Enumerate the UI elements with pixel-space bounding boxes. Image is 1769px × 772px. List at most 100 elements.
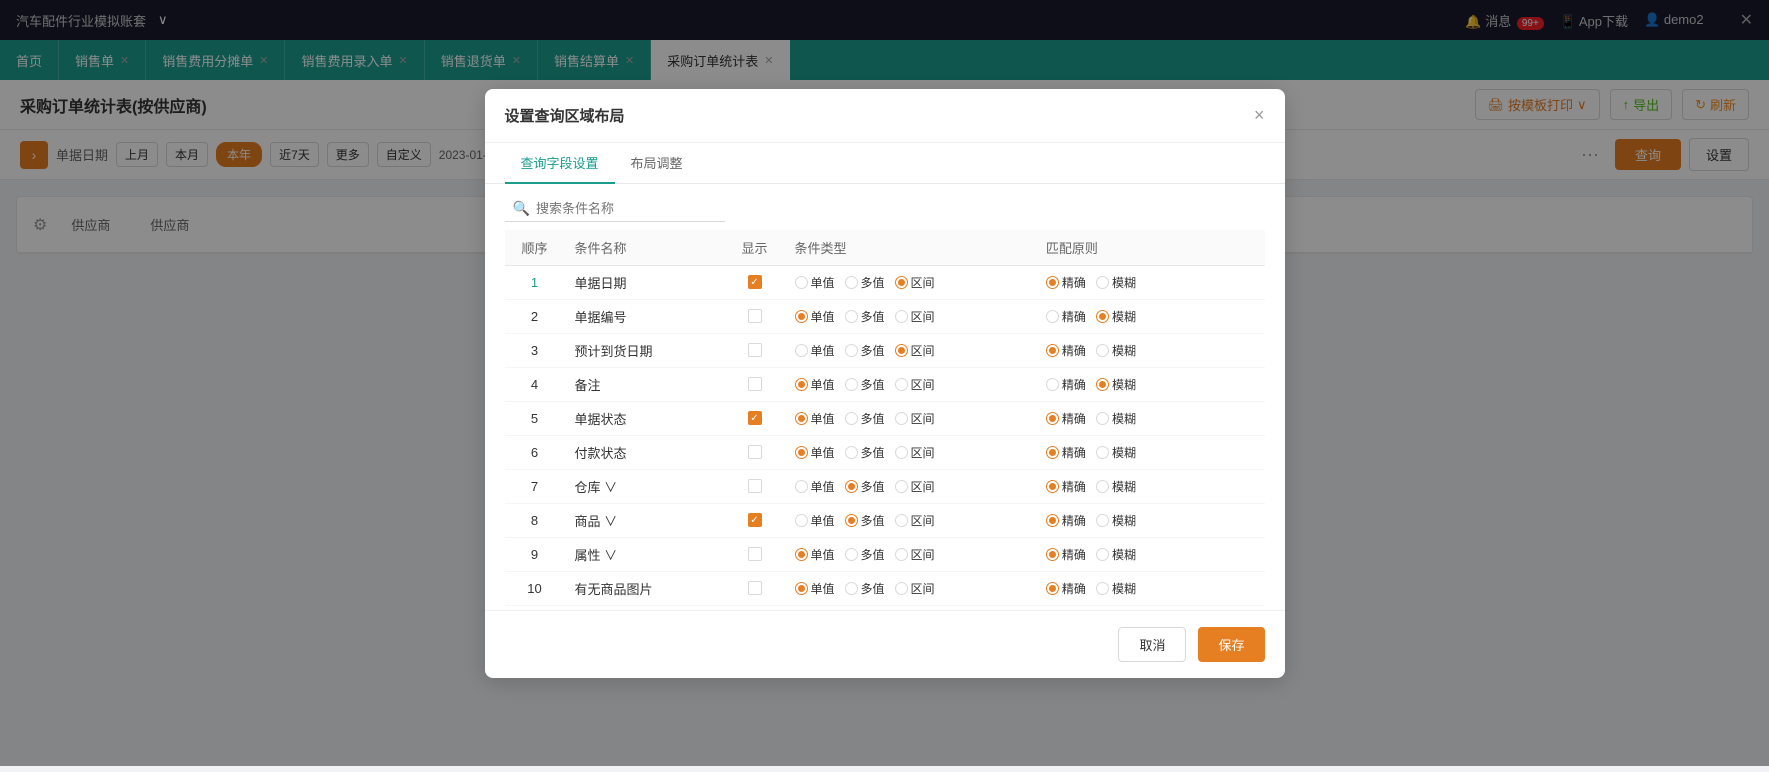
row-condition-name: 属性 ∨ [565,537,725,571]
search-icon: 🔍 [513,200,530,217]
type-radio-单值[interactable]: 单值 [795,512,835,529]
checkbox[interactable] [748,547,762,561]
match-radio-模糊[interactable]: 模糊 [1096,342,1136,359]
match-radio-精确[interactable]: 精确 [1046,410,1086,427]
type-radio-多值[interactable]: 多值 [845,444,885,461]
row-display-checkbox[interactable]: ✓ [725,503,785,537]
checkbox[interactable] [748,377,762,391]
type-radio-多值[interactable]: 多值 [845,376,885,393]
type-radio-多值[interactable]: 多值 [845,580,885,597]
row-display-checkbox[interactable] [725,299,785,333]
match-radio-精确[interactable]: 精确 [1046,342,1086,359]
type-radio-多值[interactable]: 多值 [845,512,885,529]
match-radio-精确[interactable]: 精确 [1046,308,1086,325]
tab-query-fields[interactable]: 查询字段设置 [505,143,615,184]
checkbox[interactable]: ✓ [748,411,762,425]
row-display-checkbox[interactable] [725,571,785,605]
row-match-options: 精确模糊 [1036,503,1265,537]
type-radio-单值[interactable]: 单值 [795,546,835,563]
type-radio-区间[interactable]: 区间 [895,308,935,325]
type-radio-区间[interactable]: 区间 [895,342,935,359]
row-condition-name: 付款状态 [565,435,725,469]
tab-layout-adjust[interactable]: 布局调整 [615,143,699,184]
type-radio-多值[interactable]: 多值 [845,478,885,495]
row-type-options: 单值多值区间 [785,503,1036,537]
row-display-checkbox[interactable] [725,333,785,367]
save-button[interactable]: 保存 [1198,627,1264,662]
modal-search-area: 🔍 [485,184,1285,230]
match-radio-模糊[interactable]: 模糊 [1096,410,1136,427]
match-radio-精确[interactable]: 精确 [1046,546,1086,563]
row-type-options: 单值多值区间 [785,333,1036,367]
type-radio-区间[interactable]: 区间 [895,410,935,427]
row-match-options: 精确模糊 [1036,299,1265,333]
row-match-options: 精确模糊 [1036,265,1265,299]
row-display-checkbox[interactable] [725,469,785,503]
row-match-options: 精确模糊 [1036,469,1265,503]
type-radio-多值[interactable]: 多值 [845,308,885,325]
match-radio-模糊[interactable]: 模糊 [1096,512,1136,529]
modal-footer: 取消 保存 [485,610,1285,678]
type-radio-区间[interactable]: 区间 [895,376,935,393]
type-radio-区间[interactable]: 区间 [895,512,935,529]
checkbox[interactable] [748,343,762,357]
row-order: 10 [505,571,565,605]
type-radio-多值[interactable]: 多值 [845,274,885,291]
type-radio-区间[interactable]: 区间 [895,580,935,597]
row-match-options: 精确模糊 [1036,571,1265,605]
type-radio-单值[interactable]: 单值 [795,376,835,393]
search-input[interactable] [536,201,716,216]
checkbox[interactable]: ✓ [748,513,762,527]
cancel-button[interactable]: 取消 [1118,627,1186,662]
type-radio-单值[interactable]: 单值 [795,342,835,359]
match-radio-精确[interactable]: 精确 [1046,580,1086,597]
row-match-options: 精确模糊 [1036,605,1265,610]
match-radio-精确[interactable]: 精确 [1046,274,1086,291]
type-radio-单值[interactable]: 单值 [795,580,835,597]
row-display-checkbox[interactable]: ✓ [725,401,785,435]
row-display-checkbox[interactable]: ✓ [725,265,785,299]
row-type-options: 单值多值区间 [785,469,1036,503]
row-display-checkbox[interactable] [725,537,785,571]
match-radio-精确[interactable]: 精确 [1046,444,1086,461]
row-display-checkbox[interactable] [725,605,785,610]
type-radio-区间[interactable]: 区间 [895,478,935,495]
checkbox[interactable]: ✓ [748,275,762,289]
checkbox[interactable] [748,445,762,459]
type-radio-单值[interactable]: 单值 [795,308,835,325]
col-order: 顺序 [505,230,565,266]
row-condition-name: 仓库 ∨ [565,469,725,503]
checkbox[interactable] [748,309,762,323]
type-radio-单值[interactable]: 单值 [795,444,835,461]
type-radio-单值[interactable]: 单值 [795,478,835,495]
match-radio-模糊[interactable]: 模糊 [1096,308,1136,325]
match-radio-模糊[interactable]: 模糊 [1096,580,1136,597]
row-condition-name: 有无商品图片 [565,571,725,605]
type-radio-多值[interactable]: 多值 [845,342,885,359]
type-radio-单值[interactable]: 单值 [795,410,835,427]
type-radio-多值[interactable]: 多值 [845,410,885,427]
type-radio-区间[interactable]: 区间 [895,444,935,461]
row-order: 3 [505,333,565,367]
match-radio-模糊[interactable]: 模糊 [1096,274,1136,291]
match-radio-模糊[interactable]: 模糊 [1096,376,1136,393]
modal-close-button[interactable]: × [1254,106,1265,124]
match-radio-模糊[interactable]: 模糊 [1096,478,1136,495]
type-radio-区间[interactable]: 区间 [895,546,935,563]
type-radio-单值[interactable]: 单值 [795,274,835,291]
checkbox[interactable] [748,479,762,493]
col-match: 匹配原则 [1036,230,1265,266]
row-type-options: 单值多值区间 [785,537,1036,571]
match-radio-精确[interactable]: 精确 [1046,512,1086,529]
row-display-checkbox[interactable] [725,367,785,401]
row-order: 5 [505,401,565,435]
match-radio-模糊[interactable]: 模糊 [1096,444,1136,461]
row-display-checkbox[interactable] [725,435,785,469]
match-radio-精确[interactable]: 精确 [1046,376,1086,393]
match-radio-模糊[interactable]: 模糊 [1096,546,1136,563]
type-radio-多值[interactable]: 多值 [845,546,885,563]
checkbox[interactable] [748,581,762,595]
settings-modal: 设置查询区域布局 × 查询字段设置 布局调整 🔍 顺序 条件名称 显示 [485,89,1285,678]
match-radio-精确[interactable]: 精确 [1046,478,1086,495]
type-radio-区间[interactable]: 区间 [895,274,935,291]
